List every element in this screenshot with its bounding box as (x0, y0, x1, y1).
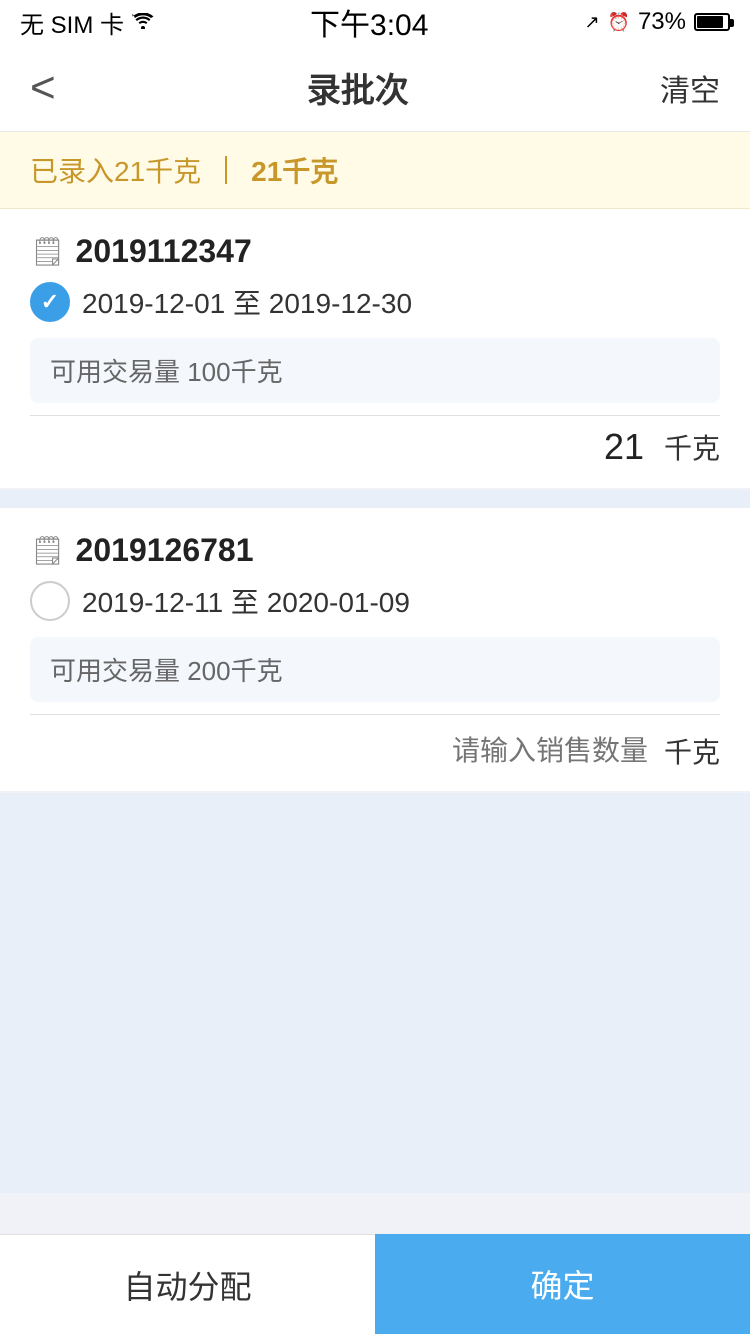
batch-1-date-row: ✓ 2019-12-01 至 2019-12-30 (0, 282, 750, 322)
batch-2-header: 🗒 2019126781 (0, 508, 750, 581)
batch-1-check-icon: ✓ (41, 289, 59, 315)
nav-bar: < 录批次 清空 (0, 44, 750, 132)
confirm-button[interactable]: 确定 (375, 1234, 750, 1334)
batch-2-radio[interactable] (30, 581, 70, 621)
status-left: 无 SIM 卡 (20, 5, 154, 40)
main-content: 已录入21千克 21千克 🗒 2019112347 ✓ 2019-12-01 至… (0, 132, 750, 1334)
batch-2-number: 2019126781 (76, 532, 254, 569)
batch-2-availability: 可用交易量 200千克 (30, 637, 720, 702)
batch-1-amount-value: 21 (604, 426, 644, 468)
batch-2-icon: 🗒 (30, 534, 66, 567)
auto-distribute-button[interactable]: 自动分配 (0, 1234, 375, 1334)
carrier-label: 无 SIM 卡 (20, 5, 124, 40)
batch-1-amount-unit: 千克 (664, 427, 720, 467)
summary-value: 21千克 (251, 150, 338, 190)
page-title: 录批次 (307, 63, 409, 112)
bottom-bar: 自动分配 确定 (0, 1234, 750, 1334)
batch-card-2: 🗒 2019126781 2019-12-11 至 2020-01-09 可用交… (0, 508, 750, 791)
background-fill (0, 793, 750, 1193)
wifi-icon (132, 8, 154, 36)
batch-1-header: 🗒 2019112347 (0, 209, 750, 282)
status-time: 下午3:04 (310, 0, 428, 44)
status-bar: 无 SIM 卡 下午3:04 ↗ ⏰ 73% (0, 0, 750, 44)
batch-1-amount-gap (644, 431, 664, 463)
battery-percent: 73% (638, 8, 686, 36)
batch-1-number: 2019112347 (76, 233, 252, 270)
summary-label: 已录入21千克 (30, 150, 201, 190)
battery-icon (694, 13, 730, 31)
summary-divider (225, 156, 227, 184)
batch-2-date: 2019-12-11 至 2020-01-09 (82, 581, 410, 621)
batch-1-icon: 🗒 (30, 235, 66, 268)
alarm-icon: ⏰ (608, 12, 630, 33)
batch-2-quantity-input[interactable] (30, 735, 648, 767)
clear-button[interactable]: 清空 (660, 66, 720, 110)
batch-2-unit: 千克 (664, 731, 720, 771)
status-right: ↗ ⏰ 73% (584, 8, 730, 36)
batch-card-1: 🗒 2019112347 ✓ 2019-12-01 至 2019-12-30 可… (0, 209, 750, 488)
batch-1-availability: 可用交易量 100千克 (30, 338, 720, 403)
batch-1-amount-row: 21 千克 (0, 416, 750, 488)
card-separator-1 (0, 490, 750, 508)
location-icon: ↗ (584, 12, 599, 33)
batch-1-radio[interactable]: ✓ (30, 282, 70, 322)
back-button[interactable]: < (30, 63, 56, 113)
summary-bar: 已录入21千克 21千克 (0, 132, 750, 209)
batch-2-date-row: 2019-12-11 至 2020-01-09 (0, 581, 750, 621)
batch-1-date: 2019-12-01 至 2019-12-30 (82, 282, 412, 322)
batch-2-input-row: 千克 (0, 715, 750, 791)
